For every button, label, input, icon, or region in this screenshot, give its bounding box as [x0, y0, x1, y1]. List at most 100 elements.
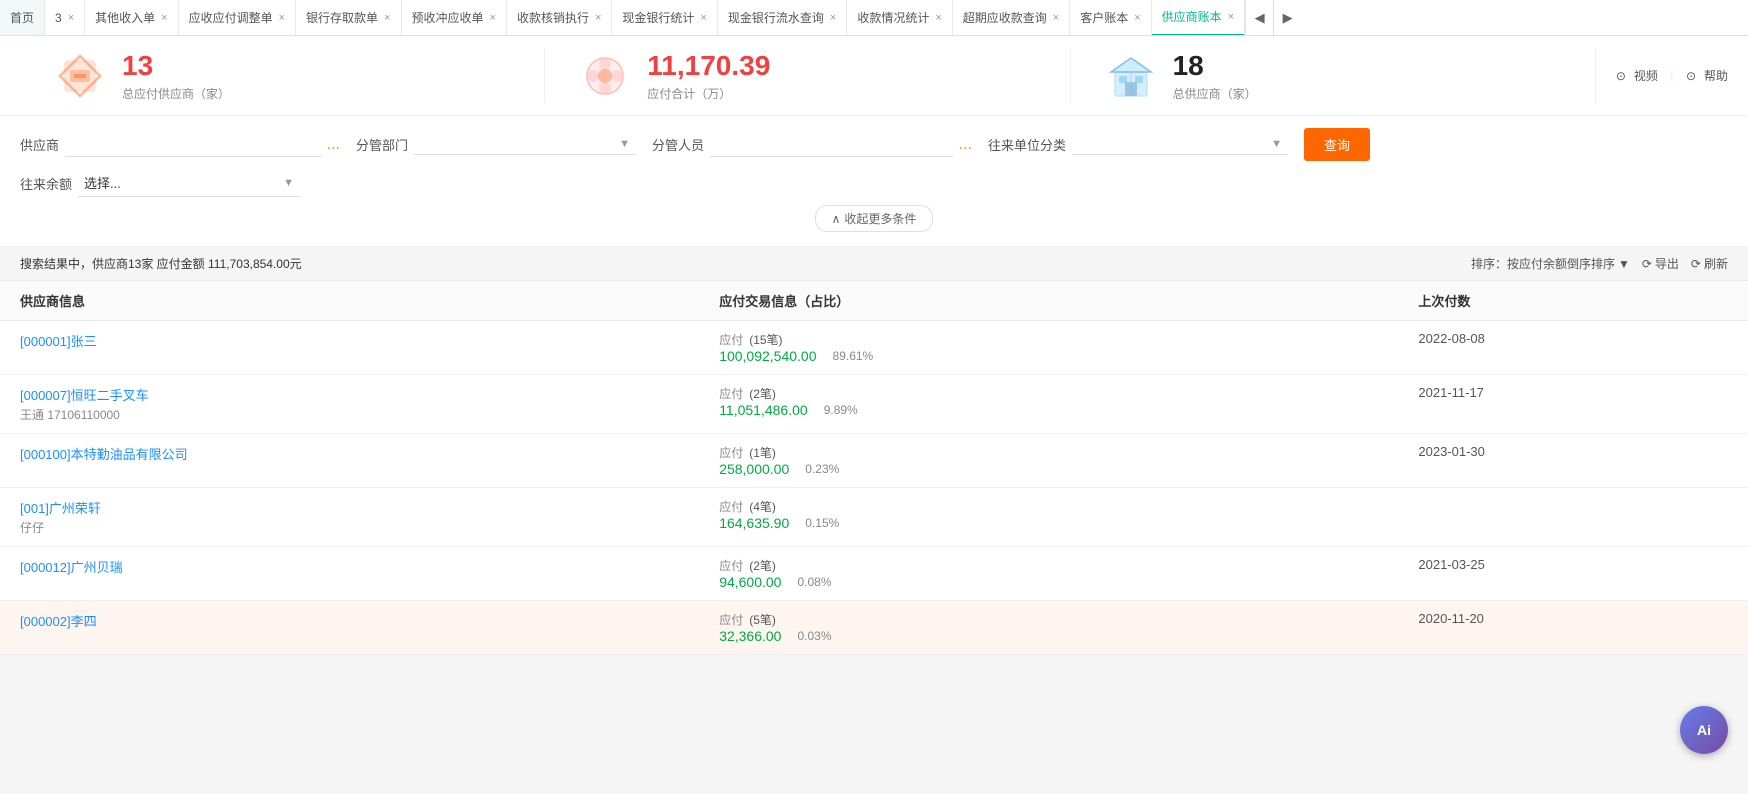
supplier-link[interactable]: [001]广州荣轩 [20, 501, 101, 516]
supplier-sub: 王通 17106110000 [20, 406, 679, 423]
nav-tab-home[interactable]: 首页 [0, 0, 45, 36]
nav-tab-other-income-label: 其他收入单 [95, 9, 155, 26]
top-nav: 首页 3 × 其他收入单 × 应收应付调整单 × 银行存取款单 × 预收冲应收单… [0, 0, 1748, 36]
col-last-payment: 上次付数 [1398, 281, 1748, 321]
supplier-info-cell: [000100]本特勤油品有限公司 [0, 434, 699, 488]
refresh-button[interactable]: ⟳ 刷新 [1691, 255, 1728, 272]
nav-tab-cash-bank-stat[interactable]: 现金银行统计 × [612, 0, 717, 36]
supplier-link[interactable]: [000100]本特勤油品有限公司 [20, 447, 188, 462]
nav-tab-receipt-stat-label: 收款情况统计 [857, 9, 929, 26]
close-icon[interactable]: × [384, 12, 390, 24]
refresh-label: 刷新 [1704, 255, 1728, 272]
col-supplier-info: 供应商信息 [0, 281, 699, 321]
percentage: 0.03% [797, 629, 831, 643]
tx-count: (15笔) [749, 331, 782, 348]
refresh-icon: ⟳ [1691, 257, 1701, 271]
help-icon: ⊙ [1686, 69, 1696, 83]
filter-row-2: 往来余额 选择... ▼ [20, 169, 1728, 197]
amount-link[interactable]: 32,366.00 [719, 628, 781, 644]
nav-tab-advance-ar-label: 预收冲应收单 [412, 9, 484, 26]
nav-tab-customer-ledger[interactable]: 客户账本 × [1070, 0, 1151, 36]
person-input[interactable] [710, 133, 953, 157]
supplier-link[interactable]: [000007]恒旺二手叉车 [20, 388, 149, 403]
nav-next-arrow[interactable]: ▶ [1273, 0, 1301, 36]
result-bar: 搜索结果中，供应商13家 应付金额 111,703,854.00元 排序：按应付… [0, 247, 1748, 281]
close-icon[interactable]: × [830, 12, 836, 24]
nav-tab-ar-ap-adjust[interactable]: 应收应付调整单 × [179, 0, 296, 36]
close-icon[interactable]: × [161, 12, 167, 24]
supplier-input[interactable] [65, 133, 321, 157]
summary-total-suppliers-content: 18 总供应商（家） [1173, 49, 1565, 102]
summary-ap-suppliers-content: 13 总应付供应商（家） [122, 49, 514, 102]
amount-link[interactable]: 94,600.00 [719, 574, 781, 590]
supplier-dots[interactable]: ... [327, 136, 340, 154]
close-icon[interactable]: × [279, 12, 285, 24]
nav-tab-supplier-ledger[interactable]: 供应商账本 × [1152, 0, 1245, 36]
supplier-info-cell: [000001]张三 [0, 321, 699, 375]
amount-link[interactable]: 100,092,540.00 [719, 348, 816, 364]
nav-tab-overdue-ar[interactable]: 超期应收款查询 × [953, 0, 1070, 36]
close-icon[interactable]: × [68, 12, 74, 24]
total-suppliers-number: 18 [1173, 49, 1565, 83]
ap-tx-cell: 应付 (15笔) 100,092,540.00 89.61% [699, 321, 1398, 375]
close-icon[interactable]: × [700, 12, 706, 24]
help-link[interactable]: 帮助 [1704, 67, 1728, 84]
tx-label: 应付 [719, 611, 743, 628]
nav-tab-overdue-ar-label: 超期应收款查询 [963, 9, 1047, 26]
nav-tab-cash-flow-query[interactable]: 现金银行流水查询 × [718, 0, 847, 36]
amount-link[interactable]: 258,000.00 [719, 461, 789, 477]
balance-select-value: 选择... [84, 173, 121, 192]
nav-tab-other-income[interactable]: 其他收入单 × [85, 0, 178, 36]
ai-button[interactable]: Ai [1680, 706, 1728, 754]
percentage: 0.15% [805, 516, 839, 530]
nav-prev-arrow[interactable]: ◀ [1245, 0, 1273, 36]
close-icon[interactable]: × [935, 12, 941, 24]
percentage: 0.08% [797, 575, 831, 589]
nav-tab-cash-flow-query-label: 现金银行流水查询 [728, 9, 824, 26]
nav-tab-3[interactable]: 3 × [45, 0, 85, 36]
balance-select[interactable]: 选择... ▼ [78, 169, 300, 197]
nav-tab-receipt-stat[interactable]: 收款情况统计 × [847, 0, 952, 36]
supplier-link[interactable]: [000012]广州贝瑞 [20, 560, 123, 575]
ap-suppliers-label: 总应付供应商（家） [122, 85, 514, 102]
filter-area: 供应商 ... 分管部门 ▼ 分管人员 ... 往来单位分类 ▼ 查询 [0, 116, 1748, 247]
chevron-down-icon: ▼ [1271, 138, 1282, 150]
chevron-down-icon: ▼ [1618, 257, 1630, 271]
chevron-up-icon: ∧ [832, 212, 841, 226]
collapse-button[interactable]: ∧ 收起更多条件 [815, 205, 934, 232]
close-icon[interactable]: × [595, 12, 601, 24]
person-dots[interactable]: ... [959, 136, 972, 154]
close-icon[interactable]: × [490, 12, 496, 24]
last-payment-cell [1398, 488, 1748, 547]
ap-tx-cell: 应付 (4笔) 164,635.90 0.15% [699, 488, 1398, 547]
export-button[interactable]: ⟳ 导出 [1642, 255, 1679, 272]
amount-link[interactable]: 11,051,486.00 [719, 402, 808, 418]
sort-label[interactable]: 排序：按应付余额倒序排序 ▼ [1471, 255, 1630, 272]
close-icon[interactable]: × [1228, 11, 1234, 23]
diamond-icon [50, 48, 110, 103]
last-payment-cell: 2021-03-25 [1398, 547, 1748, 601]
video-icon: ⊙ [1616, 69, 1626, 83]
collapse-label: 收起更多条件 [844, 210, 916, 227]
tx-count: (5笔) [749, 611, 776, 628]
export-icon: ⟳ [1642, 257, 1652, 271]
table-container: 供应商信息 应付交易信息（占比） 上次付数 [000001]张三 [0, 281, 1748, 655]
close-icon[interactable]: × [1053, 12, 1059, 24]
nav-tab-receipt-verify[interactable]: 收款核销执行 × [507, 0, 612, 36]
supplier-link[interactable]: [000001]张三 [20, 334, 97, 349]
dept-select[interactable]: ▼ [414, 134, 636, 155]
supplier-link[interactable]: [000002]李四 [20, 614, 97, 629]
nav-tab-ar-ap-adjust-label: 应收应付调整单 [189, 9, 273, 26]
nav-tab-customer-ledger-label: 客户账本 [1080, 9, 1128, 26]
nav-tab-bank-deposit[interactable]: 银行存取款单 × [296, 0, 401, 36]
divider: ｜ [1666, 67, 1678, 84]
category-select[interactable]: ▼ [1072, 134, 1288, 155]
query-button[interactable]: 查询 [1304, 128, 1370, 161]
amount-link[interactable]: 164,635.90 [719, 515, 789, 531]
nav-tab-advance-ar[interactable]: 预收冲应收单 × [402, 0, 507, 36]
filter-item-supplier: 供应商 ... [20, 133, 340, 157]
person-filter-label: 分管人员 [652, 135, 704, 154]
percentage: 0.23% [805, 462, 839, 476]
close-icon[interactable]: × [1134, 12, 1140, 24]
video-link[interactable]: 视频 [1634, 67, 1658, 84]
